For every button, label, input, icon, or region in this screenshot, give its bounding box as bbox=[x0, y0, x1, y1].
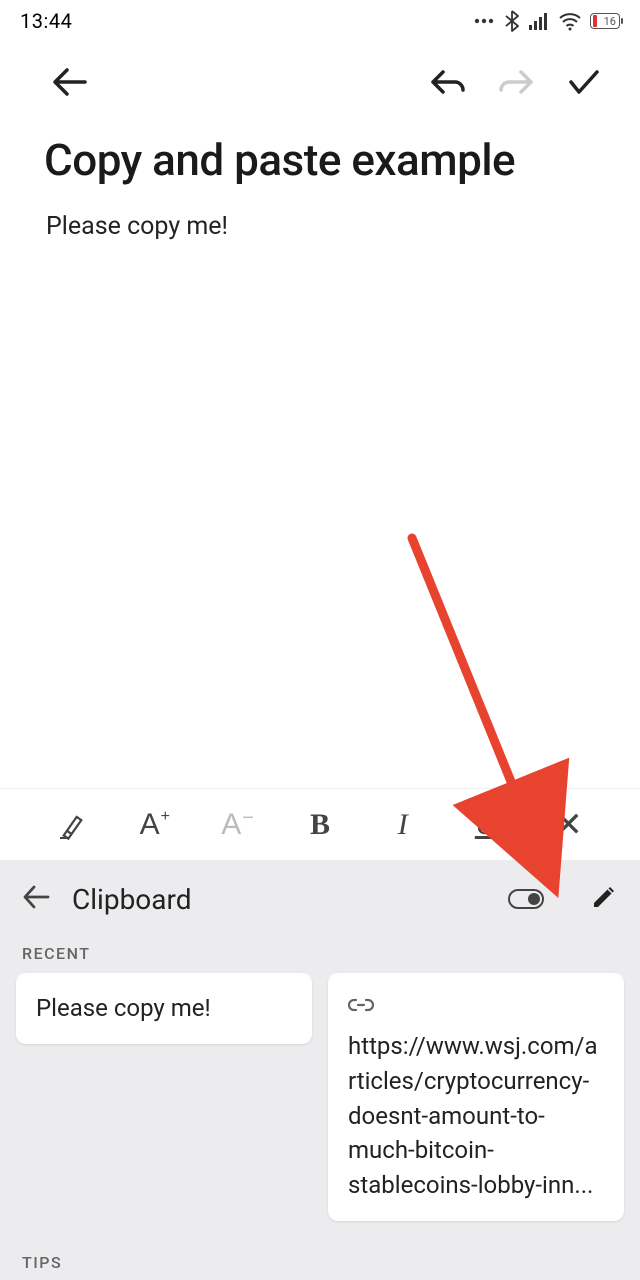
document-title[interactable]: Copy and paste example bbox=[0, 116, 640, 190]
format-toolbar: A+ A− B I U ✕ bbox=[0, 788, 640, 860]
document-body[interactable]: Please copy me! bbox=[0, 190, 640, 263]
font-increase-button[interactable]: A+ bbox=[124, 795, 184, 855]
tips-section-label: TIPS bbox=[0, 1247, 640, 1280]
toggle-icon bbox=[508, 889, 544, 909]
recent-section-label: RECENT bbox=[0, 938, 640, 973]
signal-icon bbox=[528, 11, 550, 31]
highlight-button[interactable] bbox=[41, 795, 101, 855]
redo-button[interactable] bbox=[492, 58, 540, 106]
confirm-button[interactable] bbox=[560, 58, 608, 106]
clipboard-back-button[interactable] bbox=[22, 884, 52, 914]
underline-button[interactable]: U bbox=[456, 795, 516, 855]
arrow-left-icon bbox=[22, 884, 52, 910]
close-format-button[interactable]: ✕ bbox=[538, 795, 598, 855]
bold-button[interactable]: B bbox=[290, 795, 350, 855]
font-decrease-button[interactable]: A− bbox=[207, 795, 267, 855]
arrow-left-icon bbox=[51, 66, 89, 98]
clipboard-toggle[interactable] bbox=[508, 889, 544, 909]
status-time: 13:44 bbox=[20, 9, 72, 33]
check-icon bbox=[565, 66, 603, 98]
clip-text: https://www.wsj.com/articles/cryptocurre… bbox=[348, 1029, 604, 1203]
link-icon bbox=[348, 991, 604, 1019]
bluetooth-icon bbox=[504, 10, 520, 32]
clipboard-clip[interactable]: Please copy me! bbox=[16, 973, 312, 1044]
highlighter-icon bbox=[56, 810, 86, 840]
status-icons: 16 bbox=[472, 10, 620, 32]
clipboard-header: Clipboard bbox=[0, 860, 640, 938]
clipboard-clip[interactable]: https://www.wsj.com/articles/cryptocurre… bbox=[328, 973, 624, 1221]
keyboard-clipboard-panel: Clipboard RECENT Please copy me! https:/… bbox=[0, 860, 640, 1280]
app-toolbar bbox=[0, 40, 640, 116]
clip-text: Please copy me! bbox=[36, 991, 292, 1026]
undo-icon bbox=[429, 66, 467, 98]
more-icon bbox=[472, 11, 496, 31]
undo-button[interactable] bbox=[424, 58, 472, 106]
clipboard-title: Clipboard bbox=[72, 883, 192, 916]
italic-button[interactable]: I bbox=[373, 795, 433, 855]
pencil-icon bbox=[590, 883, 618, 911]
wifi-icon bbox=[558, 11, 582, 31]
redo-icon bbox=[497, 66, 535, 98]
status-bar: 13:44 16 bbox=[0, 0, 640, 40]
clipboard-edit-button[interactable] bbox=[590, 883, 618, 915]
battery-icon: 16 bbox=[590, 13, 620, 29]
back-button[interactable] bbox=[46, 58, 94, 106]
